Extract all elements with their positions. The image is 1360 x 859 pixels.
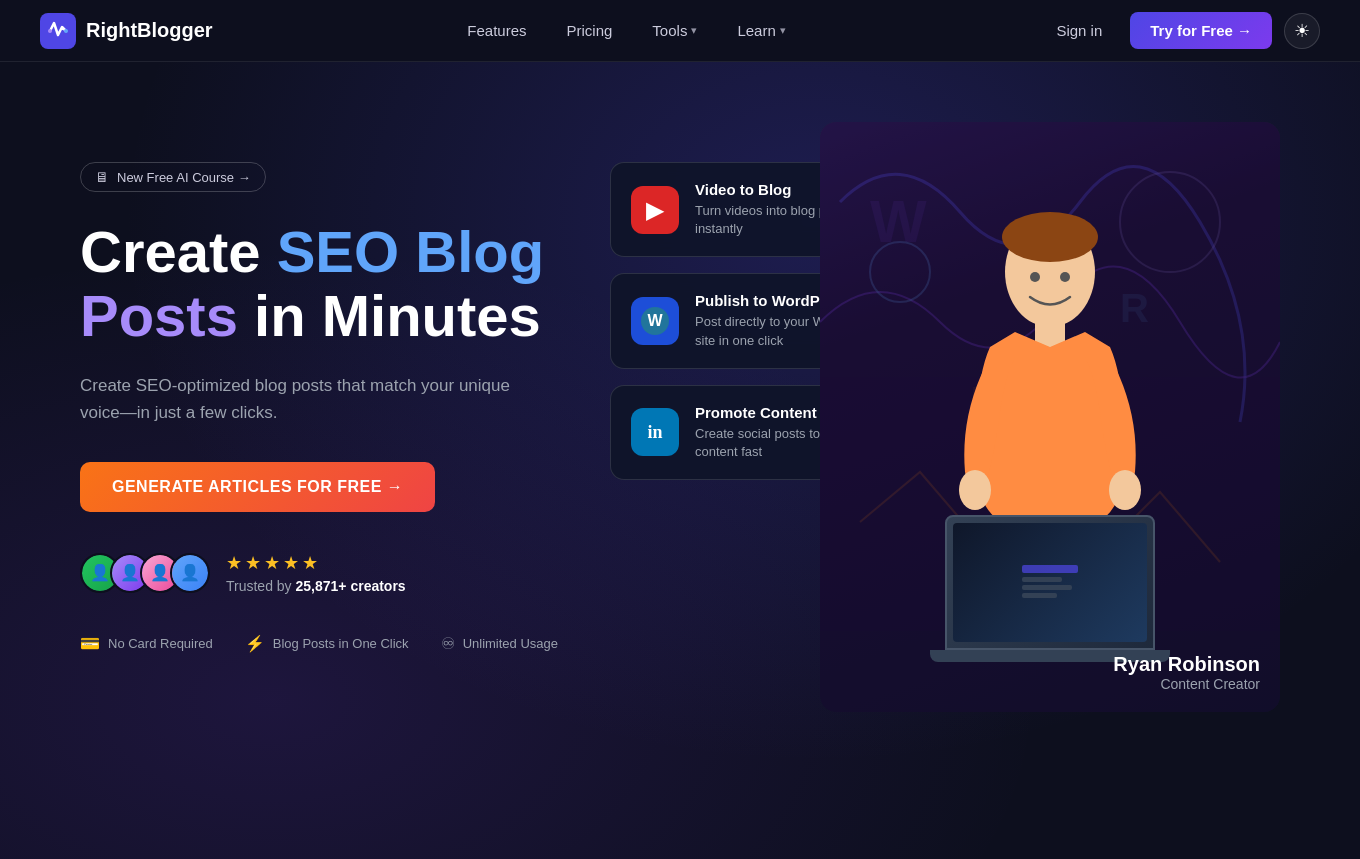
svg-point-14 (1030, 272, 1040, 282)
star-5: ★ (302, 552, 318, 574)
linkedin-icon: in (631, 408, 679, 456)
tools-chevron-icon: ▾ (691, 24, 697, 37)
logo[interactable]: RightBlogger (40, 13, 213, 49)
person-image: W R B (820, 122, 1280, 712)
hero-right: ▶ Video to Blog Turn videos into blog po… (640, 122, 1280, 712)
features-row: 💳 No Card Required ⚡ Blog Posts in One C… (80, 634, 600, 653)
trusted-text: Trusted by 25,871+ creators (226, 578, 406, 594)
svg-rect-19 (1022, 593, 1057, 598)
nav-features[interactable]: Features (451, 14, 542, 47)
bolt-icon: ⚡ (245, 634, 265, 653)
star-rating: ★ ★ ★ ★ ★ (226, 552, 406, 574)
svg-point-13 (1109, 470, 1141, 510)
monitor-icon: 🖥 (95, 169, 109, 185)
youtube-icon: ▶ (631, 186, 679, 234)
svg-rect-18 (1022, 585, 1072, 590)
svg-point-12 (959, 470, 991, 510)
feature-no-card: 💳 No Card Required (80, 634, 213, 653)
try-free-button[interactable]: Try for Free → (1130, 12, 1272, 49)
svg-rect-17 (1022, 577, 1062, 582)
nav-pricing[interactable]: Pricing (551, 14, 629, 47)
star-1: ★ (226, 552, 242, 574)
theme-toggle-button[interactable]: ☀ (1284, 13, 1320, 49)
nav-links: Features Pricing Tools ▾ Learn ▾ (451, 14, 801, 47)
infinity-icon: ♾ (441, 634, 455, 653)
card-icon: 💳 (80, 634, 100, 653)
hero-subtitle: Create SEO-optimized blog posts that mat… (80, 372, 520, 426)
hero-left: 🖥 New Free AI Course → Create SEO Blog P… (80, 122, 600, 653)
svg-point-10 (1002, 212, 1098, 262)
svg-rect-0 (40, 13, 76, 49)
logo-text: RightBlogger (86, 19, 213, 42)
course-badge[interactable]: 🖥 New Free AI Course → (80, 162, 266, 192)
avatar-group: 👤 👤 👤 👤 (80, 553, 210, 593)
person-name-plate: Ryan Robinson Content Creator (1113, 653, 1260, 692)
svg-rect-16 (1022, 565, 1078, 573)
wordpress-icon: W (631, 297, 679, 345)
star-4: ★ (283, 552, 299, 574)
hero-section: 🖥 New Free AI Course → Create SEO Blog P… (0, 62, 1360, 859)
svg-point-15 (1060, 272, 1070, 282)
nav-learn[interactable]: Learn ▾ (721, 14, 801, 47)
feature-one-click: ⚡ Blog Posts in One Click (245, 634, 409, 653)
star-2: ★ (245, 552, 261, 574)
person-name: Ryan Robinson (1113, 653, 1260, 676)
person-role: Content Creator (1113, 676, 1260, 692)
svg-point-2 (64, 29, 68, 33)
star-3: ★ (264, 552, 280, 574)
feature-unlimited: ♾ Unlimited Usage (441, 634, 558, 653)
social-proof: 👤 👤 👤 👤 ★ ★ ★ ★ ★ (80, 552, 600, 594)
laptop (945, 515, 1155, 662)
nav-tools[interactable]: Tools ▾ (636, 14, 713, 47)
navbar: RightBlogger Features Pricing Tools ▾ Le… (0, 0, 1360, 62)
learn-chevron-icon: ▾ (780, 24, 786, 37)
nav-actions: Sign in Try for Free → ☀ (1040, 12, 1320, 49)
stars-area: ★ ★ ★ ★ ★ Trusted by 25,871+ creators (226, 552, 406, 594)
svg-point-1 (48, 29, 52, 33)
person-photo-bg: W R B (820, 122, 1280, 712)
avatar: 👤 (170, 553, 210, 593)
hero-title: Create SEO Blog Posts in Minutes (80, 220, 600, 348)
sun-icon: ☀ (1294, 20, 1310, 42)
sign-in-button[interactable]: Sign in (1040, 14, 1118, 47)
generate-articles-button[interactable]: GENERATE ARTICLES FOR FREE → (80, 462, 435, 512)
